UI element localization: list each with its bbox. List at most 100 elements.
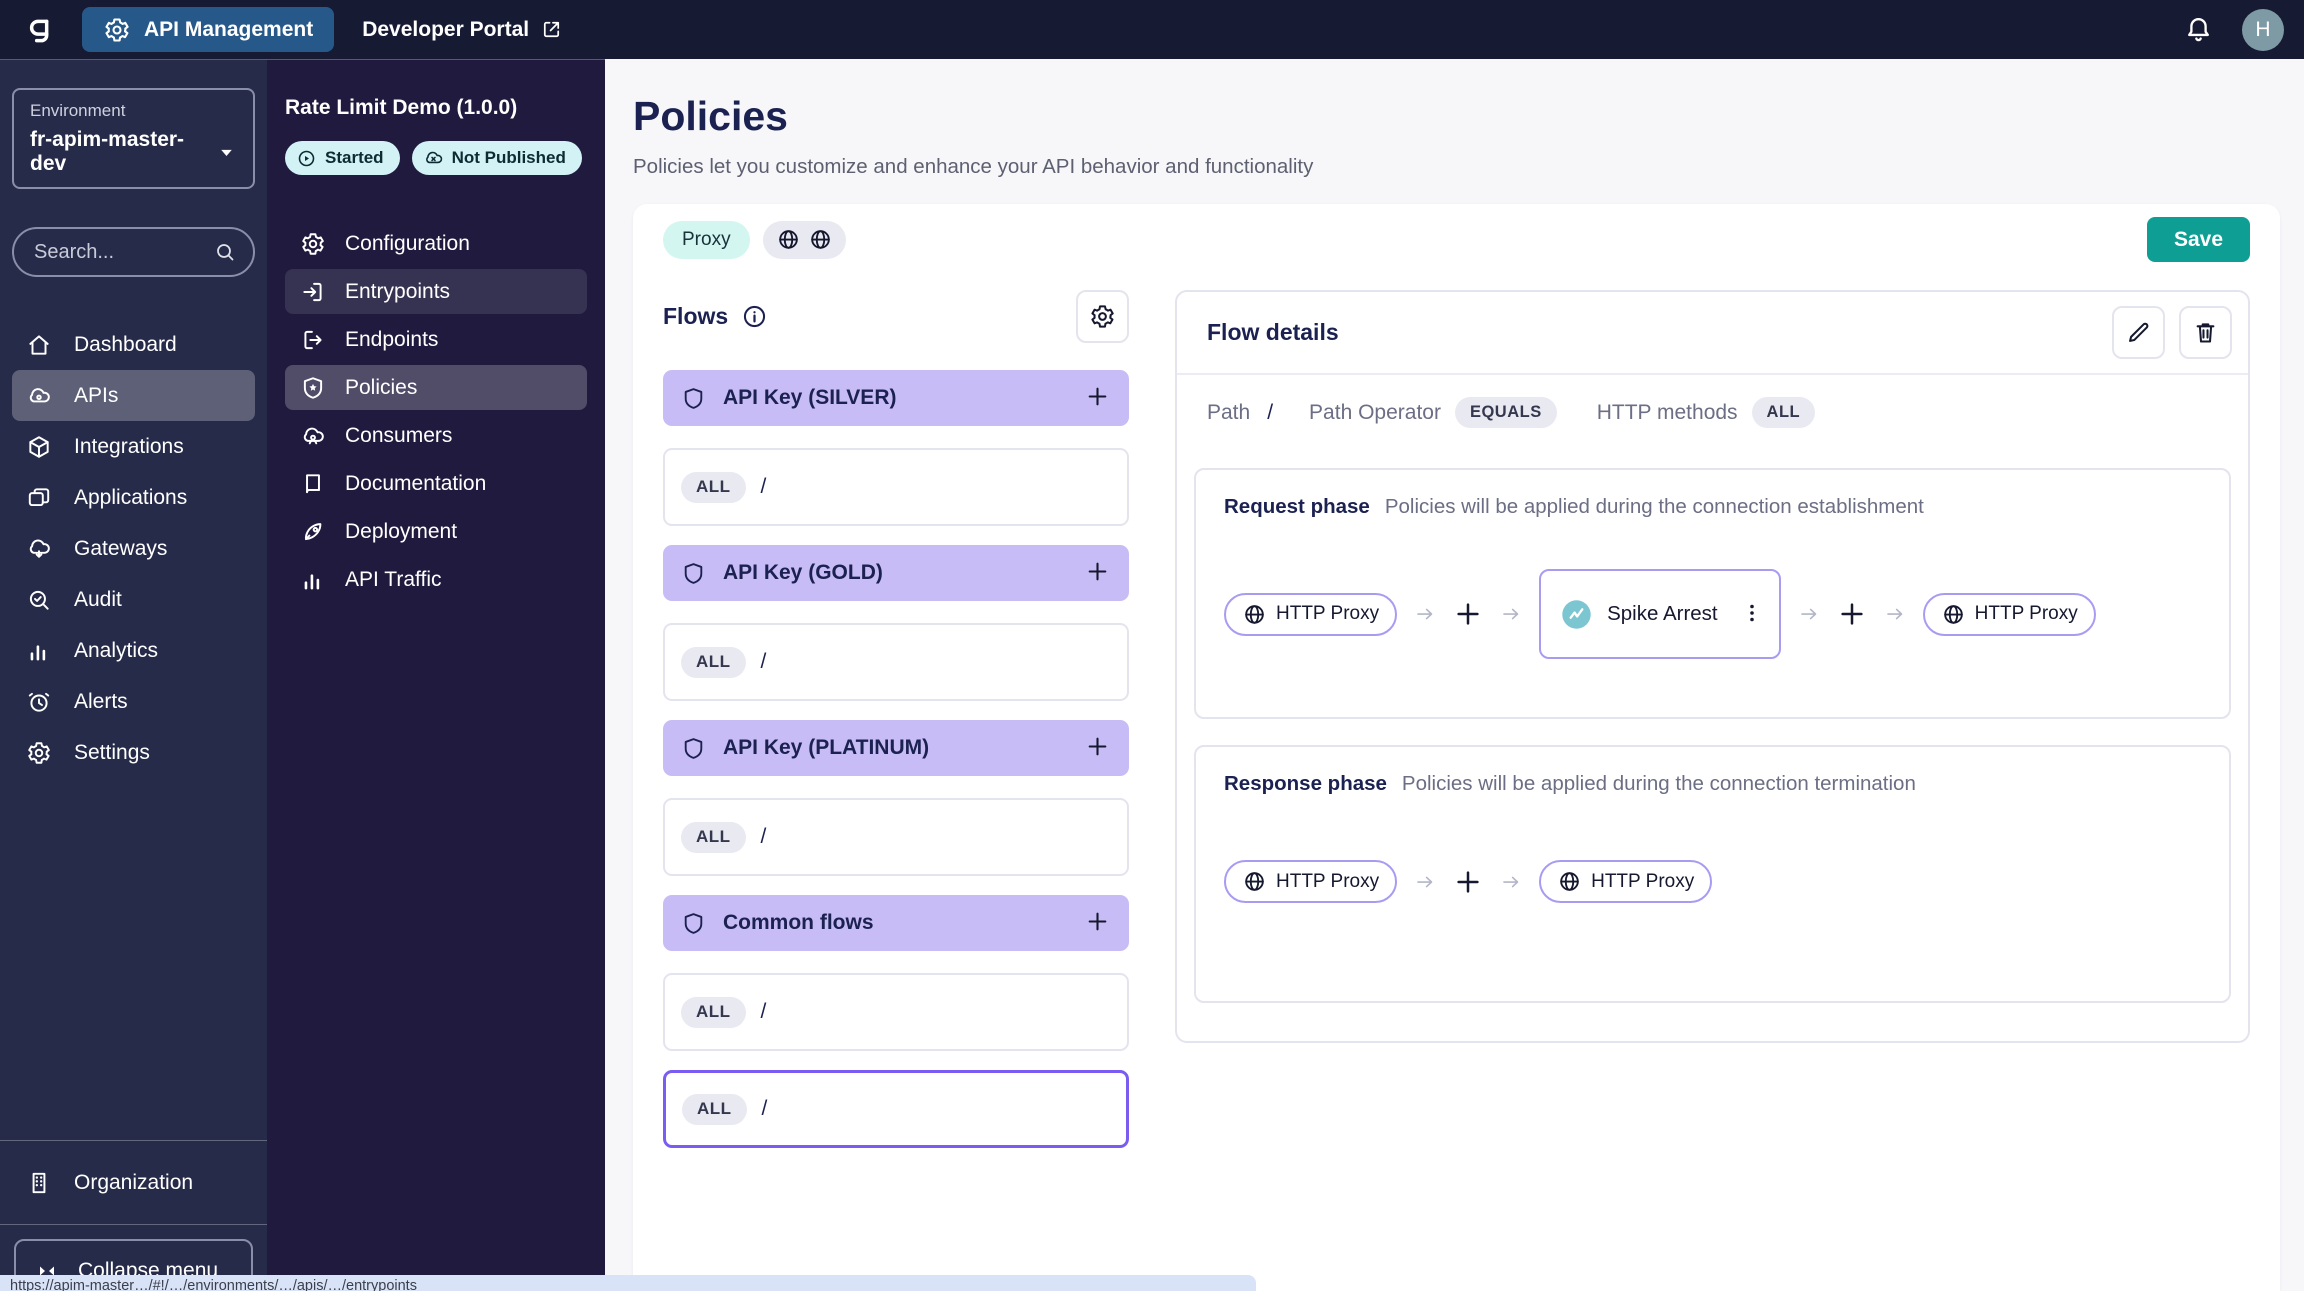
sidebar-item-alerts[interactable]: Alerts: [12, 676, 255, 727]
sidebar-item-analytics[interactable]: Analytics: [12, 625, 255, 676]
developer-portal-link[interactable]: Developer Portal: [356, 17, 569, 43]
flow-path: /: [761, 1097, 768, 1120]
globe-icon: [1242, 602, 1267, 627]
flow-card-selected[interactable]: ALL /: [663, 1070, 1129, 1148]
connector-label: HTTP Proxy: [1974, 603, 2078, 624]
flows-settings-button[interactable]: [1076, 290, 1129, 343]
top-bar: API Management Developer Portal H: [0, 0, 2304, 59]
rocket-icon: [300, 519, 326, 545]
sidebar-item-settings[interactable]: Settings: [12, 727, 255, 778]
cube-icon: [26, 434, 52, 460]
edit-flow-button[interactable]: [2112, 306, 2165, 359]
api-management-button[interactable]: API Management: [82, 7, 335, 52]
flow-group-name: API Key (GOLD): [723, 561, 883, 584]
home-icon: [26, 332, 52, 358]
flow-group-name: Common flows: [723, 911, 874, 934]
main-sidebar: Environment fr-apim-master-dev Dashboard…: [0, 59, 267, 1291]
book-icon: [300, 471, 326, 497]
caret-down-icon: [216, 142, 237, 163]
environment-select[interactable]: Environment fr-apim-master-dev: [12, 88, 255, 189]
page-subtitle: Policies let you customize and enhance y…: [633, 155, 1314, 178]
nav-label: Endpoints: [345, 327, 439, 351]
flow-card[interactable]: ALL /: [663, 623, 1129, 701]
add-policy-button[interactable]: [1837, 599, 1867, 629]
policy-menu-button[interactable]: [1739, 597, 1765, 631]
add-policy-button[interactable]: [1453, 599, 1483, 629]
phase-description: Policies will be applied during the conn…: [1384, 495, 1924, 518]
response-phase-box: Response phase Policies will be applied d…: [1194, 745, 2231, 1003]
connector-http-proxy[interactable]: HTTP Proxy: [1539, 860, 1713, 903]
proxy-chip: Proxy: [663, 220, 750, 259]
nav-label: Integrations: [74, 434, 184, 458]
nav-label: Deployment: [345, 519, 458, 543]
api-nav-item-documentation[interactable]: Documentation: [285, 461, 587, 506]
api-nav-item-consumers[interactable]: Consumers: [285, 413, 587, 458]
flow-card[interactable]: ALL /: [663, 973, 1129, 1051]
shield-icon: [681, 736, 706, 761]
avatar[interactable]: H: [2242, 8, 2284, 51]
sidebar-item-dashboard[interactable]: Dashboard: [12, 319, 255, 370]
sidebar-item-integrations[interactable]: Integrations: [12, 421, 255, 472]
plus-icon: [1453, 599, 1483, 629]
info-icon[interactable]: [741, 303, 768, 330]
bar-chart-icon: [26, 638, 52, 664]
connector-http-proxy[interactable]: HTTP Proxy: [1224, 860, 1398, 903]
flow-details-heading: Flow details: [1207, 319, 1339, 345]
nav-label: APIs: [74, 383, 119, 407]
api-nav-item-policies[interactable]: Policies: [285, 365, 587, 410]
environment-value: fr-apim-master-dev: [30, 128, 185, 175]
flow-group-name: API Key (PLATINUM): [723, 736, 930, 759]
connector-http-proxy[interactable]: HTTP Proxy: [1224, 592, 1398, 636]
api-title: Rate Limit Demo (1.0.0): [285, 96, 518, 119]
arrow-right-icon: [1412, 869, 1438, 895]
sidebar-item-apis[interactable]: APIs: [12, 370, 255, 421]
nav-label: Configuration: [345, 231, 470, 255]
shield-star-icon: [300, 375, 326, 401]
notifications-button[interactable]: [2183, 14, 2214, 45]
add-flow-button[interactable]: [1083, 909, 1111, 937]
flow-card[interactable]: ALL /: [663, 448, 1129, 526]
add-flow-button[interactable]: [1083, 384, 1111, 412]
save-button[interactable]: Save: [2146, 217, 2250, 262]
alarm-clock-icon: [26, 689, 52, 715]
sidebar-item-organization[interactable]: Organization: [12, 1157, 255, 1208]
api-management-label: API Management: [144, 17, 314, 41]
divider: [0, 1140, 267, 1141]
flow-group-common-flows[interactable]: Common flows: [663, 895, 1129, 951]
flow-group-api-key-silver[interactable]: API Key (SILVER): [663, 370, 1129, 426]
status-badge-started: Started: [285, 141, 400, 175]
sidebar-item-gateways[interactable]: Gateways: [12, 523, 255, 574]
api-nav-item-endpoints[interactable]: Endpoints: [285, 317, 587, 362]
flow-card[interactable]: ALL /: [663, 798, 1129, 876]
globe-icon: [776, 227, 801, 252]
sidebar-item-audit[interactable]: Audit: [12, 574, 255, 625]
flow-group-api-key-platinum[interactable]: API Key (PLATINUM): [663, 720, 1129, 776]
delete-flow-button[interactable]: [2179, 306, 2232, 359]
flow-methods-chip: ALL: [681, 821, 746, 853]
windows-icon: [26, 485, 52, 511]
add-flow-button[interactable]: [1083, 559, 1111, 587]
api-nav-item-deployment[interactable]: Deployment: [285, 509, 587, 554]
api-nav-item-configuration[interactable]: Configuration: [285, 221, 587, 266]
cloud-gear-icon: [26, 383, 52, 409]
api-nav: Configuration Entrypoints Endpoints Policie…: [285, 221, 587, 605]
box-arrow-out-icon: [300, 327, 326, 353]
policy-spike-arrest[interactable]: Spike Arrest: [1539, 569, 1781, 659]
flow-group-api-key-gold[interactable]: API Key (GOLD): [663, 545, 1129, 601]
api-sidebar: Rate Limit Demo (1.0.0) Started Not Publi…: [267, 59, 605, 1291]
sidebar-item-applications[interactable]: Applications: [12, 472, 255, 523]
add-policy-button[interactable]: [1453, 867, 1483, 897]
api-nav-item-api-traffic[interactable]: API Traffic: [285, 557, 587, 602]
flow-methods-chip: ALL: [682, 1093, 747, 1125]
globe-icon: [1941, 602, 1966, 627]
box-arrow-in-icon: [300, 279, 326, 305]
http-methods-label: HTTP methods: [1596, 400, 1738, 424]
globe-icon: [808, 227, 833, 252]
connector-http-proxy[interactable]: HTTP Proxy: [1922, 592, 2096, 636]
gear-icon: [103, 16, 131, 44]
external-link-icon: [540, 18, 563, 41]
flow-methods-chip: ALL: [681, 996, 746, 1028]
badge-label: Started: [325, 148, 384, 167]
api-nav-item-entrypoints[interactable]: Entrypoints: [285, 269, 587, 314]
add-flow-button[interactable]: [1083, 734, 1111, 762]
